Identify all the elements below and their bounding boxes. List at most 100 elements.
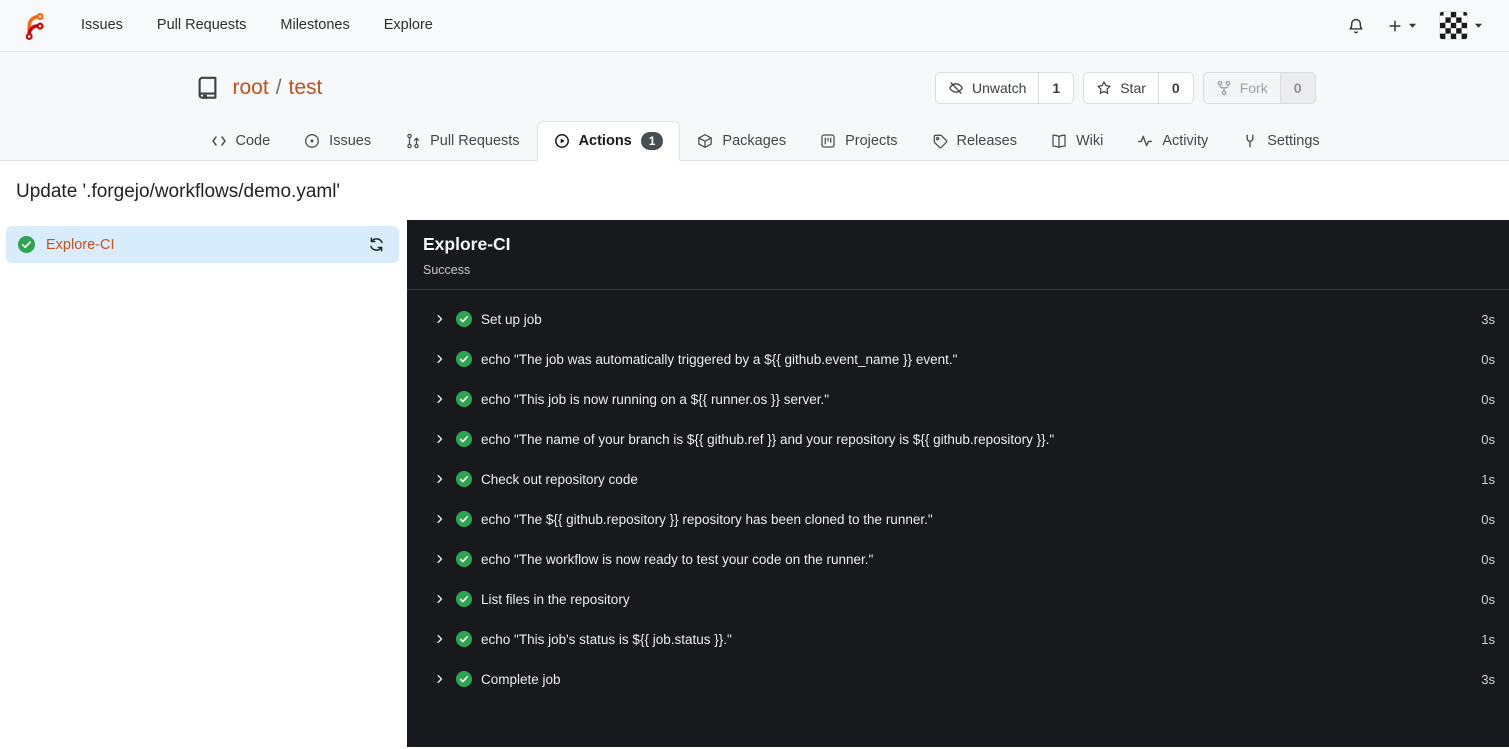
git-pull-request-icon <box>407 133 420 149</box>
top-navbar: Issues Pull Requests Milestones Explore <box>0 0 1509 52</box>
step-row[interactable]: echo "The ${{ github.repository }} repos… <box>407 499 1509 539</box>
tab-projects[interactable]: Projects <box>803 121 914 161</box>
step-success-icon <box>456 471 472 487</box>
step-duration: 0s <box>1481 511 1495 527</box>
tab-issues[interactable]: Issues <box>287 121 388 161</box>
tab-label: Projects <box>845 133 898 149</box>
step-name: echo "The job was automatically triggere… <box>481 351 958 367</box>
step-name: List files in the repository <box>481 591 630 607</box>
step-row[interactable]: Complete job 3s <box>407 659 1509 699</box>
job-item-explore-ci[interactable]: Explore-CI <box>6 226 399 263</box>
repo-book-icon <box>194 75 221 102</box>
step-name: echo "This job's status is ${{ job.statu… <box>481 631 732 647</box>
step-success-icon <box>456 351 472 367</box>
plus-icon <box>1389 19 1401 32</box>
step-row[interactable]: echo "The name of your branch is ${{ git… <box>407 419 1509 459</box>
issue-circle-icon <box>305 134 320 148</box>
step-name: Check out repository code <box>481 471 638 487</box>
tab-label: Actions <box>578 133 632 149</box>
star-count[interactable]: 0 <box>1157 73 1193 103</box>
step-duration: 3s <box>1481 311 1495 327</box>
tab-code[interactable]: Code <box>194 121 288 161</box>
breadcrumb-separator: / <box>275 76 282 99</box>
job-log-title: Explore-CI <box>423 234 511 254</box>
step-duration: 0s <box>1481 591 1495 607</box>
step-duration: 0s <box>1481 351 1495 367</box>
tab-label: Code <box>235 133 271 149</box>
tab-label: Issues <box>329 133 372 149</box>
unwatch-label: Unwatch <box>971 80 1027 96</box>
step-duration: 1s <box>1481 631 1495 647</box>
tab-label: Settings <box>1267 133 1320 149</box>
job-success-icon <box>18 236 35 253</box>
step-row[interactable]: Set up job 3s <box>407 299 1509 339</box>
step-name: echo "The ${{ github.repository }} repos… <box>481 511 933 527</box>
star-button[interactable]: Star 0 <box>1083 72 1194 104</box>
package-icon <box>698 134 713 148</box>
user-menu-dropdown[interactable] <box>1439 11 1483 40</box>
step-row[interactable]: echo "The job was automatically triggere… <box>407 339 1509 379</box>
repo-owner-link[interactable]: root <box>233 76 269 99</box>
star-label: Star <box>1120 80 1146 96</box>
tab-label: Releases <box>956 133 1017 149</box>
tab-settings[interactable]: Settings <box>1225 121 1336 161</box>
repo-breadcrumb: root / test <box>233 76 323 100</box>
step-success-icon <box>456 671 472 687</box>
fork-label: Fork <box>1239 80 1268 96</box>
fork-button[interactable]: Fork 0 <box>1202 72 1316 104</box>
nav-link-milestones[interactable]: Milestones <box>263 0 366 51</box>
workflow-run-view: Explore-CI Explore-CI Success Set up job… <box>0 220 1509 747</box>
tab-pull-requests[interactable]: Pull Requests <box>388 121 536 161</box>
step-row[interactable]: echo "This job is now running on a ${{ r… <box>407 379 1509 419</box>
tools-icon <box>1246 134 1254 148</box>
step-row[interactable]: echo "This job's status is ${{ job.statu… <box>407 619 1509 659</box>
nav-link-issues[interactable]: Issues <box>64 0 140 51</box>
user-avatar <box>1439 11 1468 40</box>
step-success-icon <box>456 311 472 327</box>
tab-label: Packages <box>722 133 787 149</box>
repo-header: root / test Unwatch 1 Star 0 Fork 0 Code… <box>0 52 1509 161</box>
rerun-refresh-icon[interactable] <box>368 236 385 253</box>
step-duration: 3s <box>1481 671 1495 687</box>
tab-wiki[interactable]: Wiki <box>1034 121 1120 161</box>
chevron-down-icon <box>1408 23 1417 28</box>
unwatch-button[interactable]: Unwatch 1 <box>934 72 1075 104</box>
chevron-down-icon <box>1474 23 1483 28</box>
chevron-right-icon <box>437 394 443 404</box>
step-success-icon <box>456 431 472 447</box>
chevron-right-icon <box>437 514 443 524</box>
step-row[interactable]: List files in the repository 0s <box>407 579 1509 619</box>
star-icon <box>1097 81 1111 94</box>
step-row[interactable]: Check out repository code 1s <box>407 459 1509 499</box>
eye-slash-icon <box>949 82 963 94</box>
watch-count[interactable]: 1 <box>1038 73 1073 103</box>
notifications-bell-icon[interactable] <box>1347 17 1365 35</box>
step-success-icon <box>456 511 472 527</box>
repo-name-link[interactable]: test <box>289 76 323 99</box>
job-name: Explore-CI <box>46 236 115 253</box>
nav-link-explore[interactable]: Explore <box>367 0 450 51</box>
repo-tabs: Code Issues Pull Requests Actions 1 Pack… <box>194 120 1320 161</box>
tab-actions[interactable]: Actions 1 <box>536 121 681 161</box>
chevron-right-icon <box>437 314 443 324</box>
step-name: echo "This job is now running on a ${{ r… <box>481 391 830 407</box>
step-name: Complete job <box>481 671 561 687</box>
create-new-dropdown[interactable] <box>1387 18 1417 34</box>
job-log-header: Explore-CI Success <box>407 220 1509 290</box>
step-success-icon <box>456 391 472 407</box>
step-duration: 0s <box>1481 551 1495 567</box>
git-fork-icon <box>1217 80 1231 96</box>
fork-count[interactable]: 0 <box>1279 73 1315 103</box>
tab-releases[interactable]: Releases <box>915 121 1034 161</box>
step-row[interactable]: echo "The workflow is now ready to test … <box>407 539 1509 579</box>
chevron-right-icon <box>437 634 443 644</box>
nav-link-pull-requests[interactable]: Pull Requests <box>140 0 263 51</box>
tab-activity[interactable]: Activity <box>1120 121 1225 161</box>
tab-packages[interactable]: Packages <box>680 121 803 161</box>
step-success-icon <box>456 551 472 567</box>
tag-icon <box>933 134 947 149</box>
forgejo-logo-icon[interactable] <box>20 11 50 41</box>
tab-label: Wiki <box>1075 133 1104 149</box>
step-duration: 0s <box>1481 391 1495 407</box>
step-success-icon <box>456 631 472 647</box>
